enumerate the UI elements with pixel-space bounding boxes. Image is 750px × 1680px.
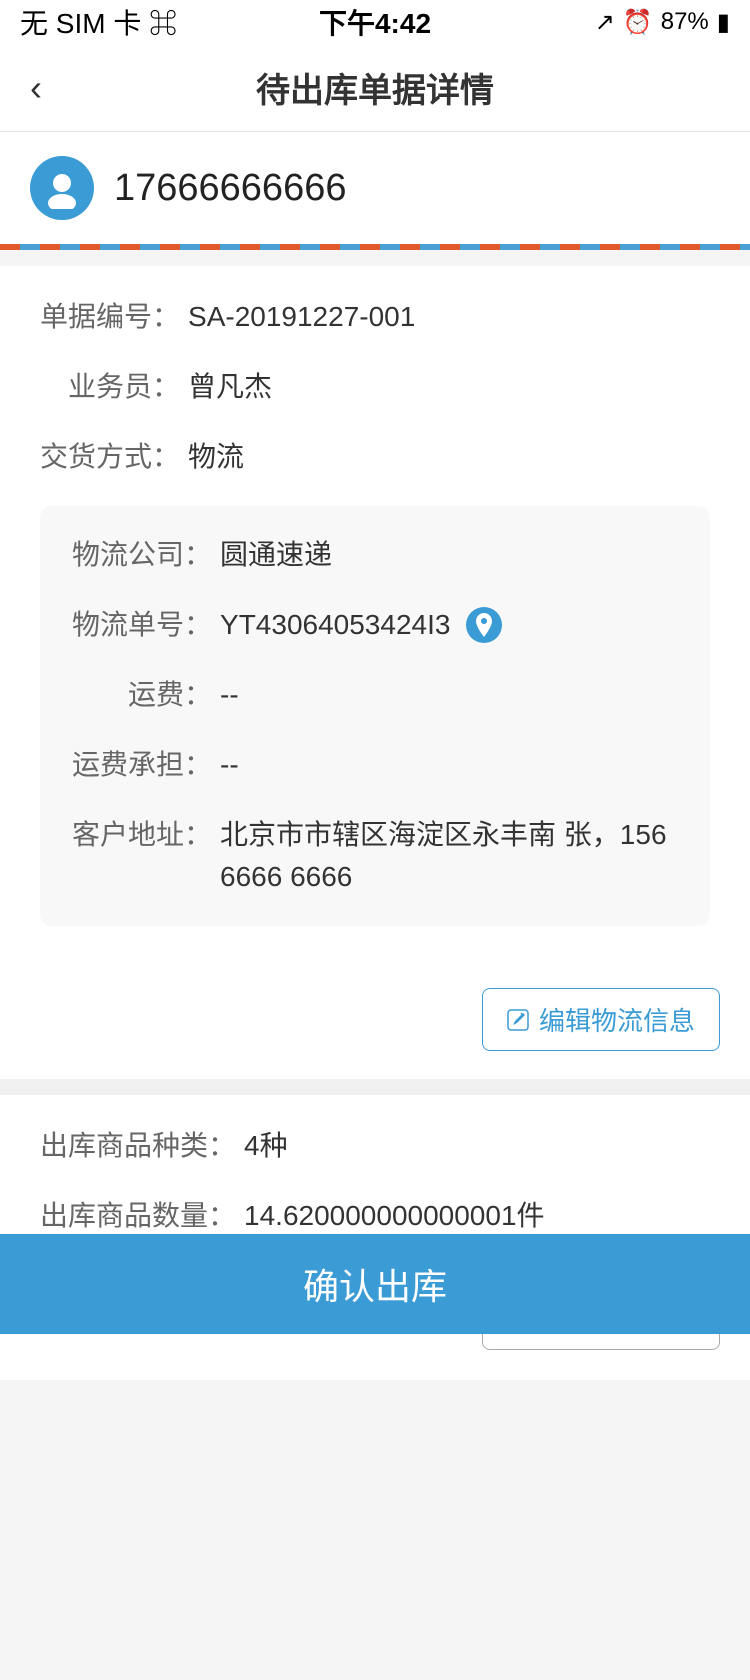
- document-number-label: 单据编号：: [40, 296, 180, 338]
- order-info-section: 单据编号： SA-20191227-001 业务员： 曾凡杰 交货方式： 物流 …: [0, 266, 750, 972]
- page-title: 待出库单据详情: [256, 63, 494, 112]
- sales-person-label: 业务员：: [40, 366, 180, 408]
- customer-header: 17666666666: [0, 132, 750, 244]
- status-bar-right: ↗ ⏰ 87% ▮: [595, 8, 730, 37]
- confirm-button[interactable]: 确认出库: [0, 1234, 750, 1334]
- empty-space: [0, 1380, 750, 1580]
- address-row: 客户地址： 北京市市辖区海淀区永丰南 张，156 6666 6666: [72, 814, 678, 898]
- document-number-value: SA-20191227-001: [180, 296, 710, 338]
- freight-bearer-value: --: [212, 744, 678, 786]
- edit-logistics-button[interactable]: 编辑物流信息: [482, 988, 720, 1051]
- goods-types-value: 4种: [236, 1125, 710, 1167]
- battery-level: 87%: [661, 8, 709, 36]
- status-bar-left: 无 SIM 卡 ⌘: [20, 2, 177, 42]
- delivery-method-label: 交货方式：: [40, 436, 180, 478]
- goods-quantity-label: 出库商品数量：: [40, 1195, 236, 1237]
- document-number-row: 单据编号： SA-20191227-001: [40, 296, 710, 338]
- address-label: 客户地址：: [72, 814, 212, 856]
- freight-bearer-label: 运费承担：: [72, 744, 212, 786]
- goods-quantity-value: 14.620000000000001件: [236, 1195, 710, 1237]
- battery-icon: ▮: [717, 8, 730, 37]
- logistics-company-label: 物流公司：: [72, 534, 212, 576]
- goods-types-row: 出库商品种类： 4种: [40, 1125, 710, 1167]
- delivery-method-row: 交货方式： 物流: [40, 436, 710, 478]
- tracking-location-icon[interactable]: [466, 607, 502, 643]
- tracking-number-row: 物流单号： YT43064053424I3: [72, 604, 678, 646]
- freight-row: 运费： --: [72, 674, 678, 716]
- logistics-card: 物流公司： 圆通速递 物流单号： YT43064053424I3 运费： --: [40, 506, 710, 926]
- logistics-company-row: 物流公司： 圆通速递: [72, 534, 678, 576]
- nav-bar: ‹ 待出库单据详情: [0, 44, 750, 132]
- freight-bearer-row: 运费承担： --: [72, 744, 678, 786]
- status-bar-time: 下午4:42: [319, 2, 431, 42]
- goods-quantity-row: 出库商品数量： 14.620000000000001件: [40, 1195, 710, 1237]
- back-button[interactable]: ‹: [30, 67, 42, 109]
- alarm-icon: ⏰: [623, 8, 653, 37]
- avatar: [30, 156, 94, 220]
- edit-logistics-label: 编辑物流信息: [539, 1001, 695, 1038]
- customer-phone: 17666666666: [114, 167, 346, 210]
- freight-value: --: [212, 674, 678, 716]
- freight-label: 运费：: [72, 674, 212, 716]
- status-bar: 无 SIM 卡 ⌘ 下午4:42 ↗ ⏰ 87% ▮: [0, 0, 750, 44]
- address-value: 北京市市辖区海淀区永丰南 张，156 6666 6666: [212, 814, 678, 898]
- sales-person-row: 业务员： 曾凡杰: [40, 366, 710, 408]
- delivery-method-value: 物流: [180, 436, 710, 478]
- logistics-company-value: 圆通速递: [212, 534, 678, 576]
- edit-logistics-row: 编辑物流信息: [0, 972, 750, 1079]
- location-status-icon: ↗: [595, 8, 615, 37]
- tracking-number-value: YT43064053424I3: [212, 604, 450, 646]
- goods-types-label: 出库商品种类：: [40, 1125, 236, 1167]
- sales-person-value: 曾凡杰: [180, 366, 710, 408]
- dashed-separator: [0, 244, 750, 250]
- tracking-number-label: 物流单号：: [72, 604, 212, 646]
- section-divider: [0, 1079, 750, 1095]
- tracking-value-group: YT43064053424I3: [212, 604, 502, 646]
- confirm-bar: 确认出库: [0, 1234, 750, 1334]
